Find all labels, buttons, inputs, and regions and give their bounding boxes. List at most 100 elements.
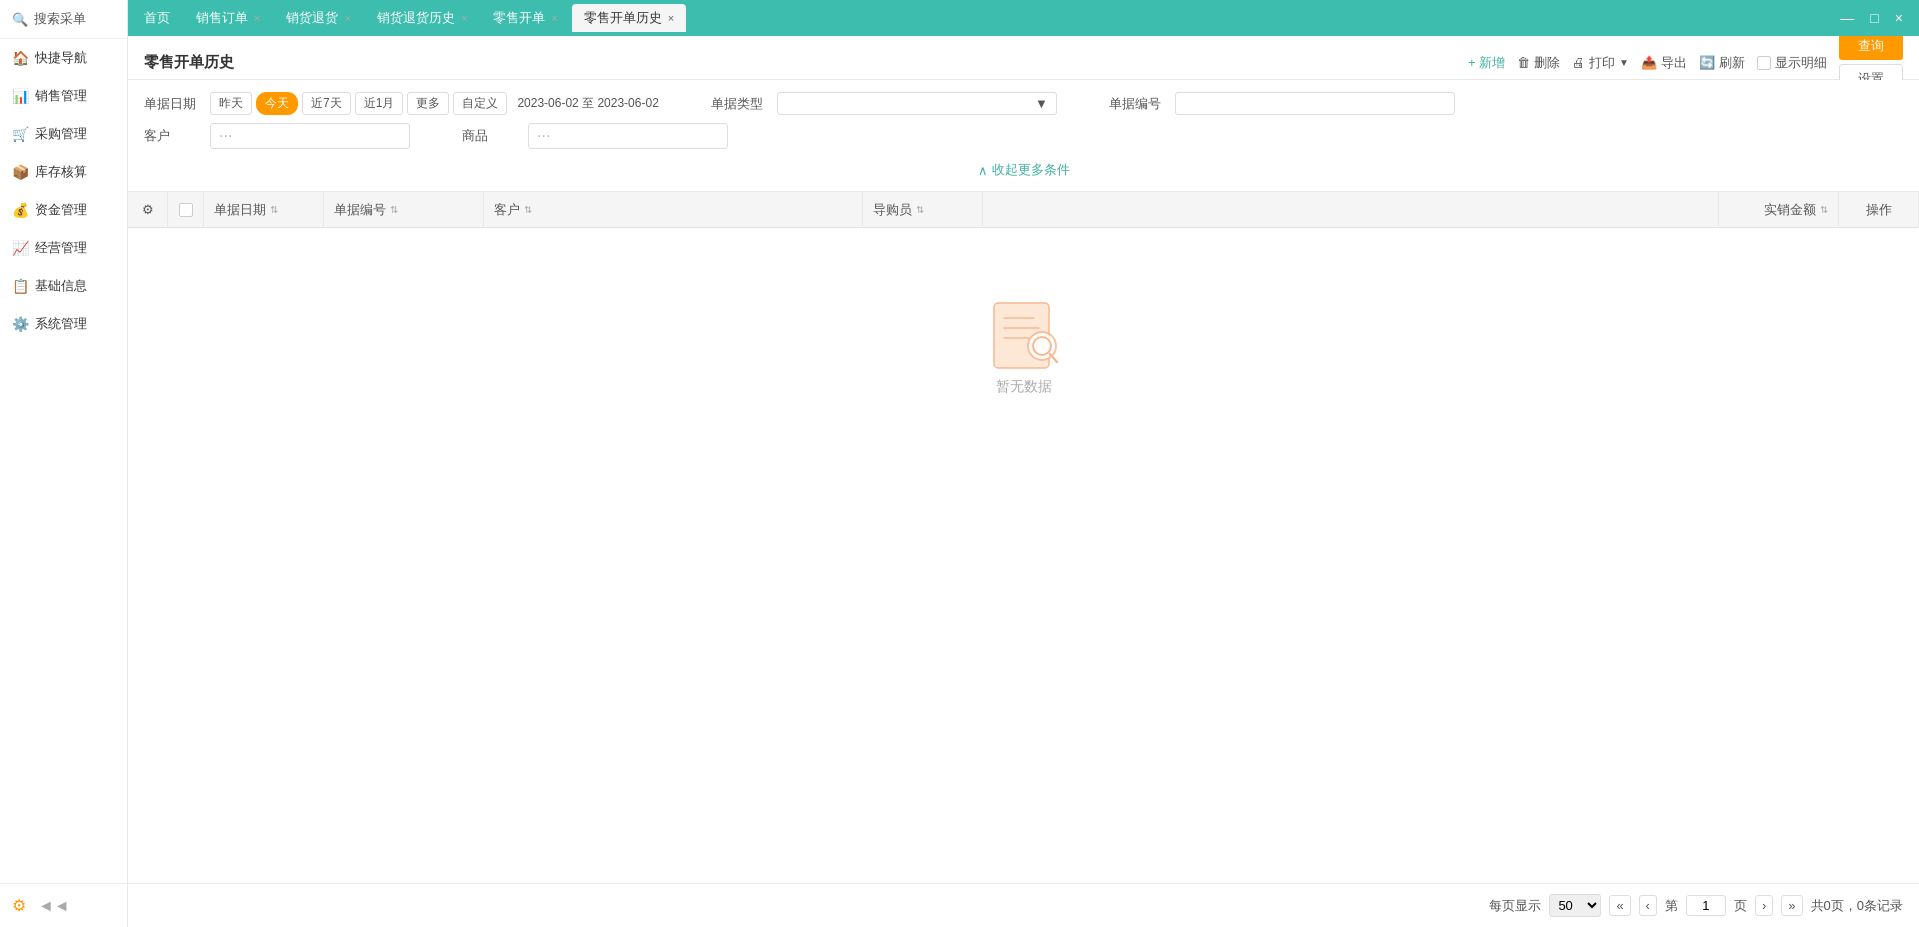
first-page-button[interactable]: «: [1609, 895, 1630, 916]
tab-retail-open-history[interactable]: 零售开单历史 ×: [572, 4, 686, 32]
th-num[interactable]: 单据编号 ⇅: [324, 192, 484, 228]
sidebar-item-finance[interactable]: 💰 资金管理: [0, 191, 127, 229]
num-input[interactable]: [1175, 92, 1455, 115]
th-date[interactable]: 单据日期 ⇅: [204, 192, 324, 228]
th-num-label: 单据编号: [334, 201, 386, 219]
th-guide[interactable]: 导购员 ⇅: [863, 192, 983, 228]
th-amount[interactable]: 实销金额 ⇅: [1719, 192, 1839, 228]
per-page-select[interactable]: 50 20 100: [1549, 894, 1601, 917]
settings-gear-icon[interactable]: ⚙: [12, 896, 26, 915]
sidebar-item-label: 资金管理: [35, 201, 87, 219]
gear-small-icon: ⚙️: [12, 316, 29, 332]
th-action-label: 操作: [1866, 201, 1892, 219]
date-buttons: 昨天 今天 近7天 近1月 更多 自定义 2023-06-02 至 2023-0…: [210, 92, 659, 115]
add-button[interactable]: + 新增: [1468, 54, 1505, 72]
delete-button[interactable]: 🗑 删除: [1517, 54, 1560, 72]
date-btn-today[interactable]: 今天: [256, 92, 298, 115]
sidebar-item-label: 销售管理: [35, 87, 87, 105]
empty-text: 暂无数据: [996, 378, 1052, 396]
sidebar-item-purchase-mgmt[interactable]: 🛒 采购管理: [0, 115, 127, 153]
next-page-button[interactable]: ›: [1755, 895, 1773, 916]
sidebar-item-label: 快捷导航: [35, 49, 87, 67]
sort-num-icon: ⇅: [390, 204, 398, 215]
th-guide-label: 导购员: [873, 201, 912, 219]
display-detail-button[interactable]: 显示明细: [1757, 54, 1827, 72]
tab-retail-open[interactable]: 零售开单 ×: [481, 4, 569, 32]
sidebar-item-quick-nav[interactable]: 🏠 快捷导航: [0, 39, 127, 77]
sidebar-item-label: 经营管理: [35, 239, 87, 257]
refresh-button[interactable]: 🔄 刷新: [1699, 54, 1745, 72]
product-placeholder: ···: [537, 127, 550, 145]
sidebar-item-label: 采购管理: [35, 125, 87, 143]
print-button[interactable]: 🖨 打印 ▼: [1572, 54, 1629, 72]
customer-placeholder: ···: [219, 127, 232, 145]
sidebar-footer: ⚙ ◄◄: [0, 883, 127, 927]
home-icon: 🏠: [12, 50, 29, 66]
th-checkbox[interactable]: [168, 192, 204, 228]
sidebar-item-sales-mgmt[interactable]: 📊 销售管理: [0, 77, 127, 115]
empty-state: 暂无数据: [128, 228, 1919, 456]
money-icon: 💰: [12, 202, 29, 218]
customer-select[interactable]: ···: [210, 123, 410, 149]
chevron-up-icon: ∧: [978, 163, 988, 178]
sidebar-search-label: 搜索采单: [34, 10, 86, 28]
tab-retail-open-history-close[interactable]: ×: [668, 12, 674, 24]
tab-bar: 首页 销售订单 × 销货退货 × 销货退货历史 × 零售开单 × 零售开单历史 …: [128, 0, 1919, 36]
th-action: 操作: [1839, 192, 1919, 228]
maximize-button[interactable]: □: [1866, 10, 1882, 26]
date-btn-custom[interactable]: 自定义: [453, 92, 507, 115]
type-select[interactable]: ▼: [777, 92, 1057, 115]
sidebar-search[interactable]: 🔍 搜索采单: [0, 0, 127, 39]
sort-date-icon: ⇅: [270, 204, 278, 215]
th-customer[interactable]: 客户 ⇅: [484, 192, 863, 228]
display-detail-checkbox[interactable]: [1757, 56, 1771, 70]
header-checkbox[interactable]: [179, 203, 193, 217]
date-btn-1month[interactable]: 近1月: [355, 92, 404, 115]
th-settings[interactable]: ⚙: [128, 192, 168, 228]
tab-sales-return[interactable]: 销货退货 ×: [274, 4, 362, 32]
tab-home[interactable]: 首页: [132, 4, 182, 32]
th-date-label: 单据日期: [214, 201, 266, 219]
window-controls: — □ ×: [1836, 10, 1915, 26]
sidebar-item-label: 基础信息: [35, 277, 87, 295]
product-select[interactable]: ···: [528, 123, 728, 149]
th-filler: [983, 192, 1719, 228]
tab-sales-order-label: 销售订单: [196, 9, 248, 27]
product-label: 商品: [462, 127, 516, 145]
sort-amount-icon: ⇅: [1820, 204, 1828, 215]
collapse-more-label: 收起更多条件: [992, 161, 1070, 179]
prev-page-button[interactable]: ‹: [1639, 895, 1657, 916]
trending-icon: 📈: [12, 240, 29, 256]
tab-sales-return-history[interactable]: 销货退货历史 ×: [365, 4, 479, 32]
tab-sales-return-history-label: 销货退货历史: [377, 9, 455, 27]
pagination-total: 共0页，0条记录: [1811, 897, 1903, 915]
date-btn-7days[interactable]: 近7天: [302, 92, 351, 115]
tab-sales-return-history-close[interactable]: ×: [461, 12, 467, 24]
query-button[interactable]: 查询: [1839, 36, 1903, 60]
main-area: 首页 销售订单 × 销货退货 × 销货退货历史 × 零售开单 × 零售开单历史 …: [128, 0, 1919, 927]
pagination: 每页显示 50 20 100 « ‹ 第 页 › » 共0页，0条记录: [128, 883, 1919, 927]
collapse-sidebar-icon[interactable]: ◄◄: [38, 897, 70, 915]
current-page-input[interactable]: [1686, 895, 1726, 916]
tab-sales-return-close[interactable]: ×: [344, 12, 350, 24]
minimize-button[interactable]: —: [1836, 10, 1858, 26]
tab-sales-order-close[interactable]: ×: [254, 12, 260, 24]
close-button[interactable]: ×: [1891, 10, 1907, 26]
sidebar-item-operations[interactable]: 📈 经营管理: [0, 229, 127, 267]
display-detail-label: 显示明细: [1775, 54, 1827, 72]
sidebar-item-sys-mgmt[interactable]: ⚙️ 系统管理: [0, 305, 127, 343]
date-btn-yesterday[interactable]: 昨天: [210, 92, 252, 115]
tab-sales-order[interactable]: 销售订单 ×: [184, 4, 272, 32]
export-button[interactable]: 📤 导出: [1641, 54, 1687, 72]
tab-home-label: 首页: [144, 9, 170, 27]
sidebar-item-basic-info[interactable]: 📋 基础信息: [0, 267, 127, 305]
collapse-more-button[interactable]: ∧ 收起更多条件: [144, 157, 1903, 183]
tab-retail-open-close[interactable]: ×: [551, 12, 557, 24]
filter-row-2: 客户 ··· 商品 ···: [144, 123, 1903, 149]
sidebar-item-inventory[interactable]: 📦 库存核算: [0, 153, 127, 191]
cart-icon: 🛒: [12, 126, 29, 142]
chart-icon: 📊: [12, 88, 29, 104]
th-customer-label: 客户: [494, 201, 520, 219]
date-btn-more[interactable]: 更多: [407, 92, 449, 115]
last-page-button[interactable]: »: [1781, 895, 1802, 916]
